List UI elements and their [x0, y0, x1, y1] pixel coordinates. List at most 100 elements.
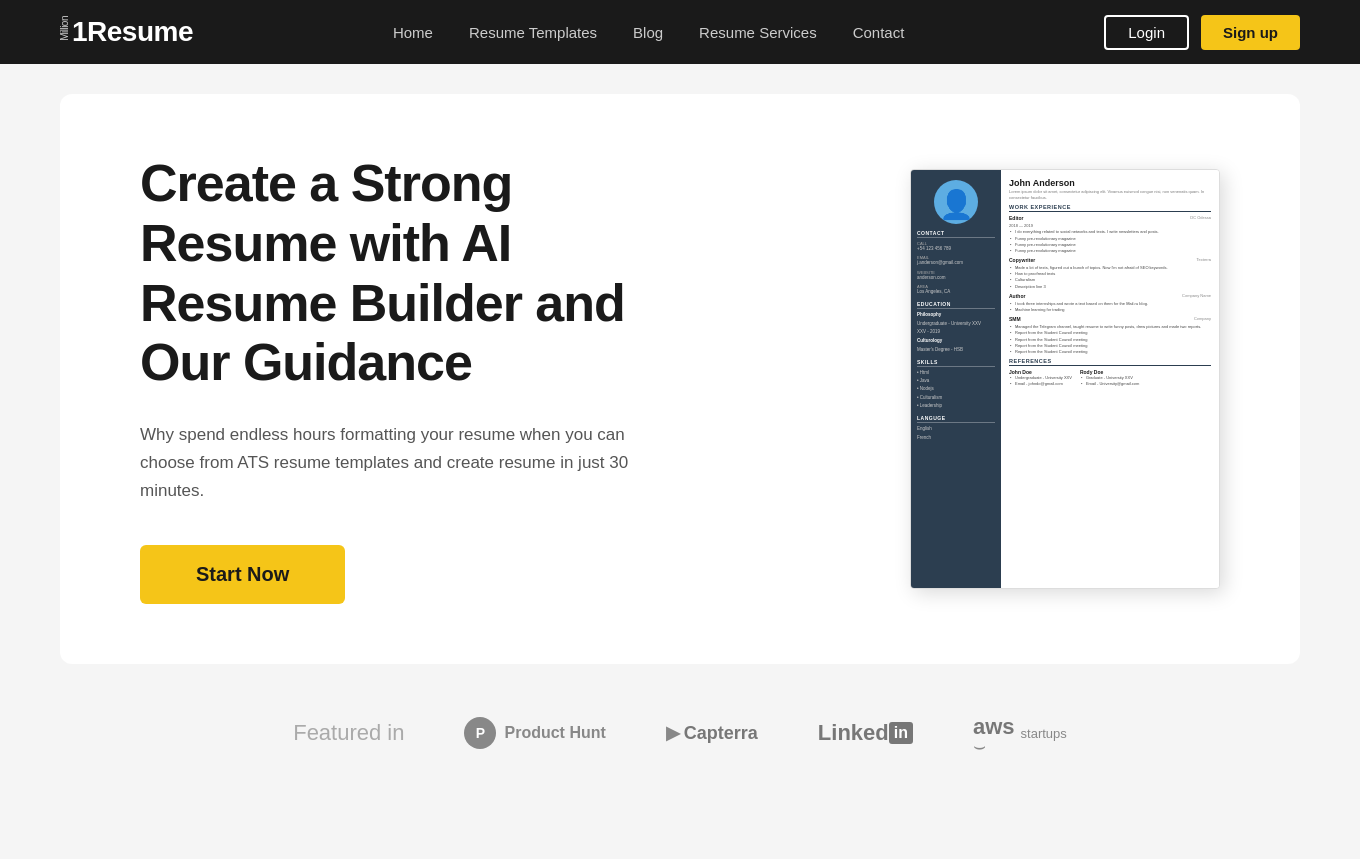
job-4: SMM Company Managed the Telegram channel…	[1009, 316, 1211, 354]
linkedin-text: Linked	[818, 720, 889, 746]
login-button[interactable]: Login	[1104, 15, 1189, 50]
site-logo[interactable]: Million 1 Resume	[60, 16, 193, 48]
aws-logo: aws ⌣ startups	[973, 714, 1067, 752]
logo-one: 1	[72, 16, 87, 48]
ref-2-school: Graduate - University XXV	[1080, 375, 1139, 380]
job-4-meta: Company	[1194, 316, 1211, 322]
skill-4: • Culturalism	[917, 395, 995, 401]
start-now-button[interactable]: Start Now	[140, 545, 345, 604]
job-1-bullet-1: I do everything related to social networ…	[1009, 229, 1211, 234]
edu-2-school: Master's Degree - HSB	[917, 347, 995, 353]
logo-million-text: Million	[60, 16, 70, 41]
ref-1-school: Undergraduate - University XXV	[1009, 375, 1072, 380]
job-3-title: Author	[1009, 293, 1025, 299]
avatar-icon: 👤	[939, 191, 974, 219]
nav-actions: Login Sign up	[1104, 15, 1300, 50]
job-3-header: Author Company Name	[1009, 293, 1211, 299]
job-4-bullet-3: Report from the Student Council meeting	[1009, 337, 1211, 342]
ref-1-email: Email - johndo@gmail.com	[1009, 381, 1072, 386]
job-3-bullet-1: I took three internships and wrote a tex…	[1009, 301, 1211, 306]
aws-startups-text: startups	[1021, 726, 1067, 741]
product-hunt-text: Product Hunt	[504, 724, 605, 742]
resume-right-panel: John Anderson Lorem ipsum dolor sit amet…	[1001, 170, 1219, 588]
job-2-bullet-1: Made a lot of texts, figured out a bunch…	[1009, 265, 1211, 270]
job-2: Copywriter Texterra Made a lot of texts,…	[1009, 257, 1211, 289]
contact-call-value: +54 123 456 789	[917, 246, 995, 252]
job-1: Editor DC Odessa 2018 — 2019 I do everyt…	[1009, 215, 1211, 253]
aws-smile-icon: ⌣	[973, 740, 1015, 752]
nav-resume-services[interactable]: Resume Services	[699, 24, 817, 41]
linkedin-in-box: in	[889, 722, 913, 744]
contact-area-value: Los Angeles, CA	[917, 289, 995, 295]
nav-home[interactable]: Home	[393, 24, 433, 41]
hero-card: Create a Strong Resume with AI Resume Bu…	[60, 94, 1300, 664]
resume-avatar: 👤	[934, 180, 978, 224]
lang-1: English	[917, 426, 995, 432]
references-row: John Doe Undergraduate - University XXV …	[1009, 369, 1211, 387]
job-3-meta: Company Name	[1182, 293, 1211, 299]
job-1-bullet-3: Funny pre-revolutionary magazine	[1009, 242, 1211, 247]
nav-resume-templates[interactable]: Resume Templates	[469, 24, 597, 41]
skills-section-title: Skills	[917, 359, 995, 367]
job-3: Author Company Name I took three interns…	[1009, 293, 1211, 312]
job-2-title: Copywriter	[1009, 257, 1035, 263]
capterra-icon: ▶	[666, 722, 680, 744]
product-hunt-icon: P	[464, 717, 496, 749]
job-1-meta: DC Odessa	[1190, 215, 1211, 221]
job-2-bullet-3: Culturalism	[1009, 277, 1211, 282]
nav-contact[interactable]: Contact	[853, 24, 905, 41]
job-2-meta: Texterra	[1197, 257, 1211, 263]
edu-1-degree: Philosophy	[917, 312, 995, 318]
hero-wrapper: Create a Strong Resume with AI Resume Bu…	[0, 64, 1360, 694]
job-1-bullet-2: Funny pre-revolutionary magazine	[1009, 236, 1211, 241]
job-1-bullet-4: Funny pre-revolutionary magazine	[1009, 248, 1211, 253]
hero-subtitle: Why spend endless hours formatting your …	[140, 421, 640, 505]
job-4-bullet-2: Report from the Student Council meeting	[1009, 330, 1211, 335]
resume-left-panel: 👤 Contact Call +54 123 456 789 Email j.a…	[911, 170, 1001, 588]
job-1-title: Editor	[1009, 215, 1023, 221]
job-1-years: 2018 — 2019	[1009, 223, 1211, 228]
references-title: References	[1009, 358, 1211, 366]
resume-card: 👤 Contact Call +54 123 456 789 Email j.a…	[910, 169, 1220, 589]
skill-1: • Html	[917, 370, 995, 376]
signup-button[interactable]: Sign up	[1201, 15, 1300, 50]
nav-links: Home Resume Templates Blog Resume Servic…	[393, 24, 904, 41]
linkedin-logo: Linked in	[818, 720, 913, 746]
job-1-header: Editor DC Odessa	[1009, 215, 1211, 221]
aws-icon-group: aws ⌣	[973, 714, 1015, 752]
featured-section: Featured in P Product Hunt ▶ Capterra Li…	[0, 694, 1360, 792]
product-hunt-logo: P Product Hunt	[464, 717, 605, 749]
capterra-logo: ▶ Capterra	[666, 722, 758, 744]
resume-tagline: Lorem ipsum dolor sit amet, consectetur …	[1009, 189, 1211, 200]
job-3-bullet-2: Machine learning for trading	[1009, 307, 1211, 312]
edu-2-degree: Culturology	[917, 338, 995, 344]
job-4-bullet-4: Report from the Student Council meeting	[1009, 343, 1211, 348]
hero-content: Create a Strong Resume with AI Resume Bu…	[140, 154, 700, 604]
nav-blog[interactable]: Blog	[633, 24, 663, 41]
education-section-title: Education	[917, 301, 995, 309]
resume-preview-image: 👤 Contact Call +54 123 456 789 Email j.a…	[910, 169, 1220, 589]
job-2-bullet-4: Description line 3	[1009, 284, 1211, 289]
contact-email-value: j.anderson@gmail.com	[917, 260, 995, 266]
featured-label: Featured in	[293, 720, 404, 746]
job-4-bullet-1: Managed the Telegram channel, taught res…	[1009, 324, 1211, 329]
references-section: References John Doe Undergraduate - Univ…	[1009, 358, 1211, 387]
job-4-header: SMM Company	[1009, 316, 1211, 322]
contact-website-value: anderson.com	[917, 275, 995, 281]
resume-name: John Anderson	[1009, 178, 1211, 188]
contact-section-title: Contact	[917, 230, 995, 238]
ref-2: Rody Doe Graduate - University XXV Email…	[1080, 369, 1139, 387]
job-4-bullet-5: Report from the Student Council meeting	[1009, 349, 1211, 354]
ref-2-email: Email - University@gmail.com	[1080, 381, 1139, 386]
hero-title: Create a Strong Resume with AI Resume Bu…	[140, 154, 700, 393]
edu-1-school: Undergraduate - University XXV	[917, 321, 995, 327]
skill-5: • Leadership	[917, 403, 995, 409]
lang-2: French	[917, 435, 995, 441]
work-experience-section: Work Experience Editor DC Odessa 2018 — …	[1009, 204, 1211, 354]
edu-1-years: XXV - 2019	[917, 329, 995, 335]
job-2-bullet-2: How to proofread texts	[1009, 271, 1211, 276]
work-experience-title: Work Experience	[1009, 204, 1211, 212]
ref-1: John Doe Undergraduate - University XXV …	[1009, 369, 1072, 387]
skill-2: • Java	[917, 378, 995, 384]
capterra-text: Capterra	[684, 723, 758, 744]
